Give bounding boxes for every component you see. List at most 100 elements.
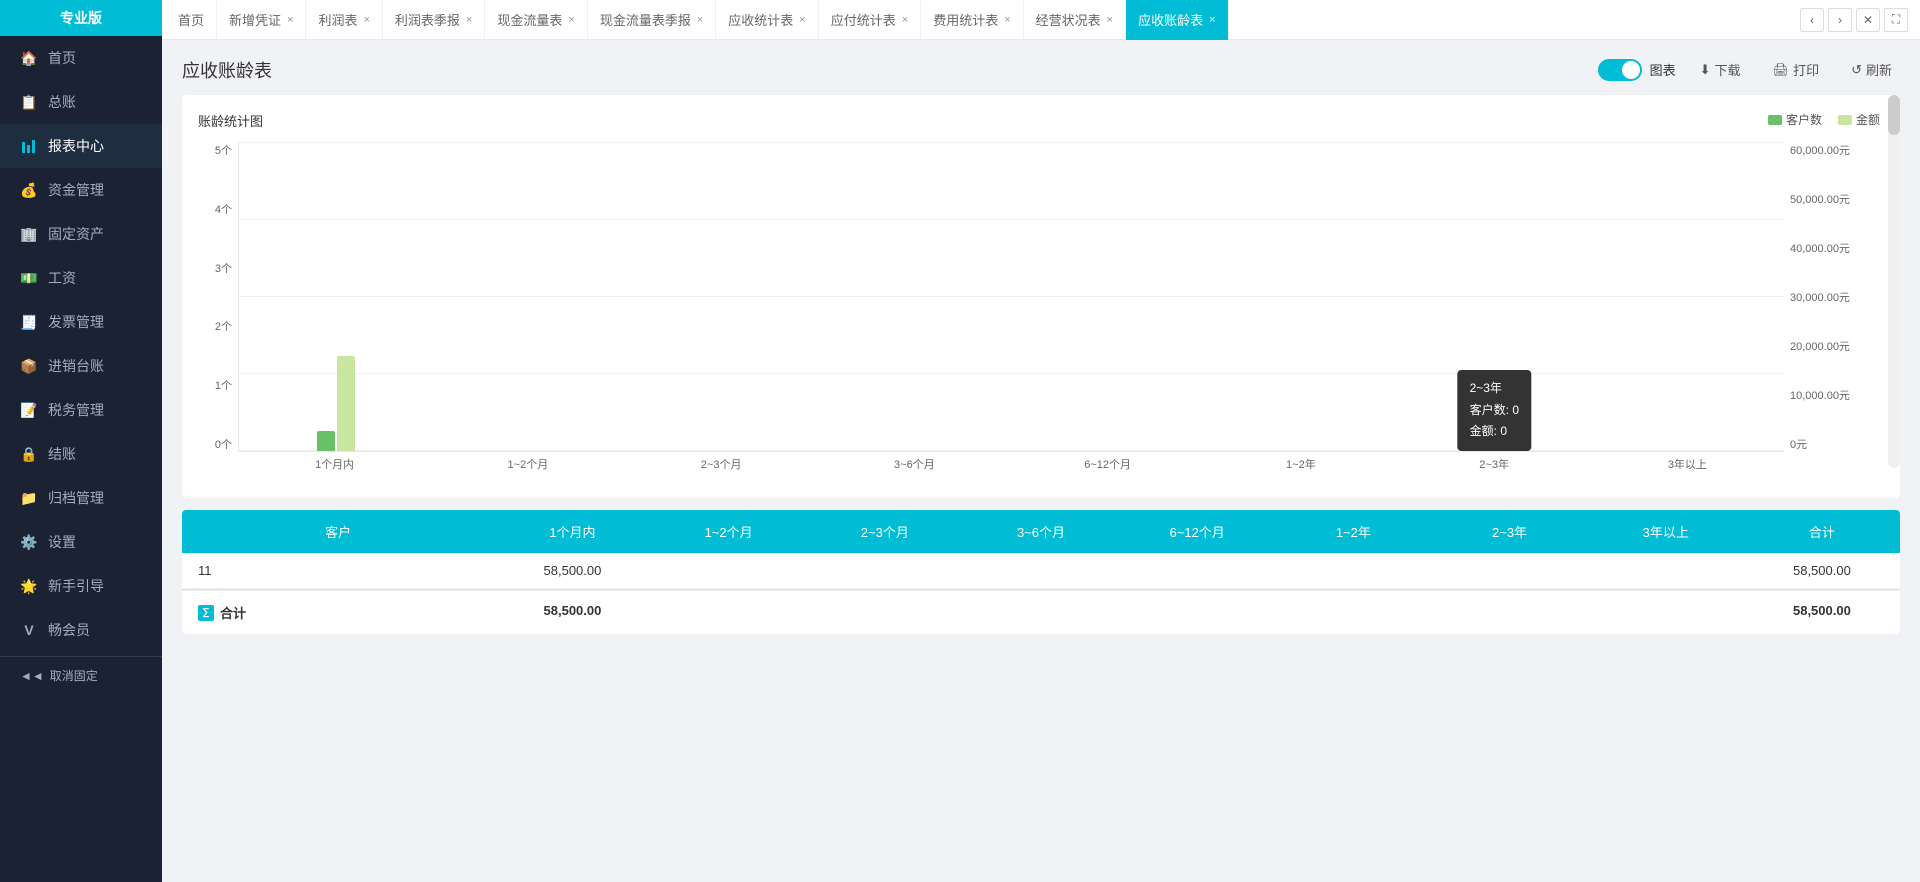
y-axis-left: 5个 4个 3个 2个 1个 0个 <box>198 142 238 482</box>
reports-icon <box>20 137 38 155</box>
table-cell-3y <box>1588 553 1744 588</box>
sidebar-item-assets[interactable]: 🏢 固定资产 <box>0 212 162 256</box>
tab-close-payable-stat[interactable]: × <box>902 14 908 26</box>
table-header-1-2y: 1~2年 <box>1275 510 1431 553</box>
invoice-icon: 🧾 <box>20 313 38 331</box>
table-cell-3-6m <box>963 553 1119 588</box>
tooltip-period: 2~3年 <box>1470 378 1519 400</box>
tab-next-button[interactable]: › <box>1828 8 1852 32</box>
tab-fullscreen-button[interactable]: ⛶ <box>1884 8 1908 32</box>
chart-scrollbar-thumb <box>1888 95 1900 135</box>
sidebar-item-invoice[interactable]: 🧾 发票管理 <box>0 300 162 344</box>
table-cell-1-2y <box>1275 553 1431 588</box>
table-cell-2-3m <box>807 553 963 588</box>
table-header-2-3m: 2~3个月 <box>807 510 963 553</box>
tab-close-profit[interactable]: × <box>363 14 369 26</box>
tab-business-stat[interactable]: 经营状况表 × <box>1024 0 1126 40</box>
chart-plot: 2~3年 客户数: 0 金额: 0 <box>238 142 1784 452</box>
tab-prev-button[interactable]: ‹ <box>1800 8 1824 32</box>
tab-close-expense-stat[interactable]: × <box>1004 14 1010 26</box>
sidebar-item-purchase[interactable]: 📦 进销台账 <box>0 344 162 388</box>
bar-group-1 <box>239 356 432 451</box>
tab-cashflow-quarter[interactable]: 现金流量表季报 × <box>588 0 716 40</box>
x-label-8: 3年以上 <box>1591 456 1784 472</box>
table-header-6-12m: 6~12个月 <box>1119 510 1275 553</box>
table-footer-3-6m <box>963 591 1119 634</box>
tab-aging[interactable]: 应收账龄表 × <box>1126 0 1228 40</box>
print-button[interactable]: 🖨 打印 <box>1765 56 1828 83</box>
archive-icon: 📁 <box>20 489 38 507</box>
assets-icon: 🏢 <box>20 225 38 243</box>
tab-close-aging[interactable]: × <box>1209 14 1215 26</box>
sidebar-item-guide[interactable]: 🌟 新手引导 <box>0 564 162 608</box>
tab-close-cashflow-quarter[interactable]: × <box>697 14 703 26</box>
sidebar-pin-button[interactable]: ◄◄ 取消固定 <box>0 656 162 694</box>
sidebar-item-close[interactable]: 🔒 结账 <box>0 432 162 476</box>
table-row: 11 58,500.00 58,500.00 <box>182 553 1900 589</box>
sidebar-item-vip[interactable]: V 畅会员 <box>0 608 162 652</box>
table-footer-1m: 58,500.00 <box>494 591 650 634</box>
tab-close-business-stat[interactable]: × <box>1107 14 1113 26</box>
download-icon: ⬇ <box>1700 62 1711 78</box>
toggle-knob <box>1622 61 1640 79</box>
tab-receivable-stat[interactable]: 应收统计表 × <box>716 0 818 40</box>
download-button[interactable]: ⬇ 下载 <box>1692 56 1749 83</box>
page-actions: 图表 ⬇ 下载 🖨 打印 ↺ 刷新 <box>1598 56 1900 83</box>
x-label-1: 1个月内 <box>238 456 431 472</box>
sidebar-item-ledger[interactable]: 📋 总账 <box>0 80 162 124</box>
sidebar-item-tax[interactable]: 📝 税务管理 <box>0 388 162 432</box>
close-accounts-icon: 🔒 <box>20 445 38 463</box>
sidebar: 专业版 🏠 首页 📋 总账 报表中心 💰 资金管理 🏢 固定资产 💵 工资 🧾 … <box>0 0 162 882</box>
tab-close-all-button[interactable]: ✕ <box>1856 8 1880 32</box>
tab-expense-stat[interactable]: 费用统计表 × <box>921 0 1023 40</box>
content-area: 应收账龄表 图表 ⬇ 下载 🖨 打印 ↺ 刷新 <box>162 40 1920 882</box>
tab-home[interactable]: 首页 <box>166 0 217 40</box>
home-icon: 🏠 <box>20 49 38 67</box>
x-label-7: 2~3年 <box>1398 456 1591 472</box>
table-footer-2-3m <box>807 591 963 634</box>
tab-profit[interactable]: 利润表 × <box>306 0 382 40</box>
tax-icon: 📝 <box>20 401 38 419</box>
tab-close-profit-quarter[interactable]: × <box>466 14 472 26</box>
legend-customers: 客户数 <box>1768 111 1822 128</box>
print-icon: 🖨 <box>1773 62 1790 78</box>
table-header-3y: 3年以上 <box>1588 510 1744 553</box>
sidebar-item-reports[interactable]: 报表中心 <box>0 124 162 168</box>
toggle-label: 图表 <box>1650 60 1676 79</box>
purchase-icon: 📦 <box>20 357 38 375</box>
tab-close-voucher[interactable]: × <box>287 14 293 26</box>
chart-scrollbar[interactable] <box>1888 95 1900 468</box>
chart-toggle[interactable] <box>1598 59 1642 81</box>
chart-bars: 2~3年 客户数: 0 金额: 0 <box>239 142 1784 451</box>
sidebar-item-salary[interactable]: 💵 工资 <box>0 256 162 300</box>
pin-icon: ◄◄ <box>20 669 44 683</box>
chart-inner: 2~3年 客户数: 0 金额: 0 <box>238 142 1784 482</box>
sidebar-item-settings[interactable]: ⚙️ 设置 <box>0 520 162 564</box>
total-icon: ∑ <box>198 605 214 621</box>
table-footer-6-12m <box>1119 591 1275 634</box>
tab-voucher[interactable]: 新增凭证 × <box>217 0 306 40</box>
vip-icon: V <box>20 621 38 639</box>
data-table: 客户 1个月内 1~2个月 2~3个月 3~6个月 6~12个月 1~2年 2~… <box>182 510 1900 634</box>
tab-profit-quarter[interactable]: 利润表季报 × <box>383 0 485 40</box>
sidebar-item-home[interactable]: 🏠 首页 <box>0 36 162 80</box>
tab-close-cashflow[interactable]: × <box>568 14 574 26</box>
table-header-3-6m: 3~6个月 <box>963 510 1119 553</box>
x-axis: 1个月内 1~2个月 2~3个月 3~6个月 6~12个月 1~2年 2~3年 … <box>238 456 1784 472</box>
ledger-icon: 📋 <box>20 93 38 111</box>
table-footer-1-2m <box>651 591 807 634</box>
chart-tooltip: 2~3年 客户数: 0 金额: 0 <box>1458 370 1531 451</box>
tab-close-receivable-stat[interactable]: × <box>799 14 805 26</box>
sidebar-item-archive[interactable]: 📁 归档管理 <box>0 476 162 520</box>
refresh-button[interactable]: ↺ 刷新 <box>1843 56 1900 83</box>
table-header: 客户 1个月内 1~2个月 2~3个月 3~6个月 6~12个月 1~2年 2~… <box>182 510 1900 553</box>
table-cell-1-2m <box>651 553 807 588</box>
tab-cashflow[interactable]: 现金流量表 × <box>485 0 587 40</box>
table-cell-total: 58,500.00 <box>1744 553 1900 588</box>
x-label-3: 2~3个月 <box>625 456 818 472</box>
tab-bar: 首页 新增凭证 × 利润表 × 利润表季报 × 现金流量表 × 现金流量表季报 … <box>162 0 1920 40</box>
tab-payable-stat[interactable]: 应付统计表 × <box>819 0 921 40</box>
sidebar-item-funds[interactable]: 💰 资金管理 <box>0 168 162 212</box>
sidebar-logo: 专业版 <box>0 0 162 36</box>
table-header-1-2m: 1~2个月 <box>651 510 807 553</box>
